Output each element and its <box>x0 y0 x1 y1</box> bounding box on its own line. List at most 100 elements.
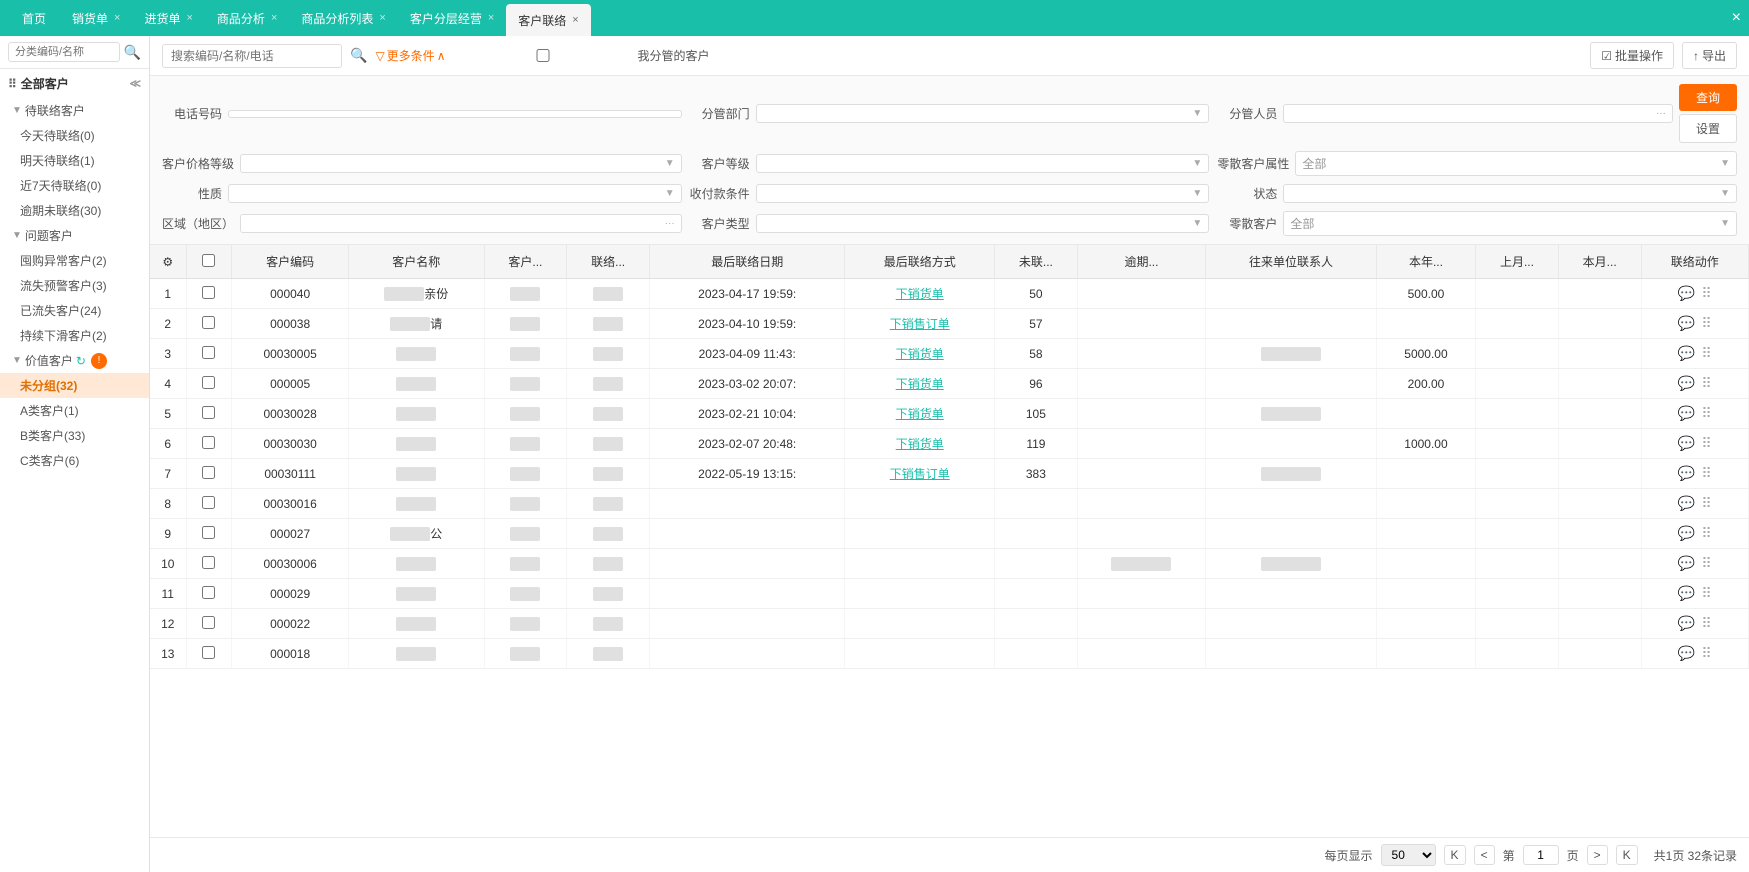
cell-last-method[interactable]: 下销货单 <box>845 429 995 459</box>
select-payment[interactable]: ▼ <box>756 184 1210 203</box>
more-icon[interactable]: ⠿ <box>1701 405 1711 422</box>
contact-icon[interactable]: 💬 <box>1678 465 1695 482</box>
cell-last-method[interactable] <box>845 549 995 579</box>
cell-check[interactable] <box>186 639 232 669</box>
more-icon[interactable]: ⠿ <box>1701 315 1711 332</box>
cell-check[interactable] <box>186 459 232 489</box>
cell-check[interactable] <box>186 489 232 519</box>
col-action[interactable]: 联络动作 <box>1641 245 1748 279</box>
sidebar-item-declining[interactable]: 持续下滑客户(2) <box>0 323 149 348</box>
cell-last-method[interactable] <box>845 639 995 669</box>
prev-page-btn[interactable]: < <box>1474 845 1495 865</box>
sidebar-item-churned[interactable]: 已流失客户(24) <box>0 298 149 323</box>
row-checkbox[interactable] <box>202 406 215 419</box>
sidebar-item-class-a[interactable]: A类客户(1) <box>0 398 149 423</box>
select-status[interactable]: ▼ <box>1283 184 1737 203</box>
col-pending[interactable]: 未联... <box>995 245 1078 279</box>
group-pending-contact[interactable]: ▼ 待联络客户 <box>0 98 149 123</box>
last-page-btn[interactable]: K <box>1616 845 1638 865</box>
col-last-date[interactable]: 最后联络日期 <box>649 245 844 279</box>
cell-last-method[interactable] <box>845 489 995 519</box>
tab-purchase-order[interactable]: 进货单 × <box>132 0 204 36</box>
sidebar-item-overdue-contact[interactable]: 逾期未联络(30) <box>0 198 149 223</box>
row-checkbox[interactable] <box>202 586 215 599</box>
col-overdue[interactable]: 逾期... <box>1077 245 1205 279</box>
cell-last-method[interactable]: 下销货单 <box>845 279 995 309</box>
sidebar-item-today-contact[interactable]: 今天待联络(0) <box>0 123 149 148</box>
select-retail-attr[interactable]: 全部 ▼ <box>1295 151 1737 176</box>
cell-check[interactable] <box>186 609 232 639</box>
select-customer-level[interactable]: ▼ <box>756 154 1210 173</box>
cell-check[interactable] <box>186 519 232 549</box>
col-this-month[interactable]: 本月... <box>1558 245 1641 279</box>
cell-check[interactable] <box>186 309 232 339</box>
close-tab-segment[interactable]: × <box>488 12 494 24</box>
cell-last-method[interactable]: 下销售订单 <box>845 309 995 339</box>
sidebar-item-tomorrow-contact[interactable]: 明天待联络(1) <box>0 148 149 173</box>
contact-icon[interactable]: 💬 <box>1678 495 1695 512</box>
col-last-month[interactable]: 上月... <box>1476 245 1559 279</box>
sidebar-item-7day-contact[interactable]: 近7天待联络(0) <box>0 173 149 198</box>
select-all-checkbox[interactable] <box>202 254 215 267</box>
select-region[interactable]: ··· <box>240 214 682 233</box>
contact-icon[interactable]: 💬 <box>1678 525 1695 542</box>
cell-last-method[interactable]: 下销货单 <box>845 399 995 429</box>
refresh-icon[interactable]: ↻ <box>76 354 86 368</box>
contact-icon[interactable]: 💬 <box>1678 555 1695 572</box>
col-code[interactable]: 客户编码 <box>232 245 349 279</box>
select-manager[interactable]: ··· <box>1283 104 1673 123</box>
contact-icon[interactable]: 💬 <box>1678 405 1695 422</box>
collapse-btn[interactable]: ≪ <box>129 77 141 90</box>
cell-check[interactable] <box>186 399 232 429</box>
more-icon[interactable]: ⠿ <box>1701 495 1711 512</box>
tab-product-analysis[interactable]: 商品分析 × <box>205 0 289 36</box>
col-this-year[interactable]: 本年... <box>1376 245 1475 279</box>
cell-check[interactable] <box>186 429 232 459</box>
row-checkbox[interactable] <box>202 496 215 509</box>
more-icon[interactable]: ⠿ <box>1701 345 1711 362</box>
col-contact[interactable]: 联络... <box>567 245 650 279</box>
cell-last-method[interactable] <box>845 519 995 549</box>
more-icon[interactable]: ⠿ <box>1701 285 1711 302</box>
close-tab-sales[interactable]: × <box>114 12 120 24</box>
export-btn[interactable]: ↑ 导出 <box>1682 42 1737 69</box>
more-icon[interactable]: ⠿ <box>1701 615 1711 632</box>
row-checkbox[interactable] <box>202 436 215 449</box>
cell-check[interactable] <box>186 369 232 399</box>
more-conditions-btn[interactable]: ▽ 更多条件 ∧ <box>375 47 445 64</box>
select-nature[interactable]: ▼ <box>228 184 682 203</box>
tab-home[interactable]: 首页 <box>8 0 60 36</box>
more-icon[interactable]: ⠿ <box>1701 555 1711 572</box>
contact-icon[interactable]: 💬 <box>1678 645 1695 662</box>
sidebar-search-input[interactable] <box>8 42 120 62</box>
close-tab-contact[interactable]: × <box>572 14 578 26</box>
batch-op-btn[interactable]: ☑ 批量操作 <box>1590 42 1674 69</box>
close-tab-product-list[interactable]: × <box>379 12 385 24</box>
close-tab-product-analysis[interactable]: × <box>271 12 277 24</box>
my-customers-label[interactable]: 我分管的客户 <box>453 47 709 64</box>
sidebar-item-churn-warning[interactable]: 流失预警客户(3) <box>0 273 149 298</box>
row-checkbox[interactable] <box>202 346 215 359</box>
per-page-select[interactable]: 50 100 <box>1381 844 1436 866</box>
cell-check[interactable] <box>186 279 232 309</box>
contact-icon[interactable]: 💬 <box>1678 585 1695 602</box>
more-icon[interactable]: ⠿ <box>1701 375 1711 392</box>
col-gear[interactable]: ⚙ <box>150 245 186 279</box>
col-checkbox[interactable] <box>186 245 232 279</box>
sidebar-item-class-c[interactable]: C类客户(6) <box>0 448 149 473</box>
sidebar-item-abnormal[interactable]: 囤购异常客户(2) <box>0 248 149 273</box>
select-retail[interactable]: 全部 ▼ <box>1283 211 1737 236</box>
row-checkbox[interactable] <box>202 556 215 569</box>
tab-sales-order[interactable]: 销货单 × <box>60 0 132 36</box>
col-customer-type[interactable]: 客户... <box>484 245 567 279</box>
cell-check[interactable] <box>186 549 232 579</box>
cell-last-method[interactable]: 下销货单 <box>845 339 995 369</box>
close-all-btn[interactable]: × <box>1732 9 1741 27</box>
row-checkbox[interactable] <box>202 286 215 299</box>
sidebar-item-unclassified[interactable]: 未分组(32) <box>0 373 149 398</box>
all-customers-header[interactable]: ⠿ 全部客户 ≪ <box>0 69 149 98</box>
row-checkbox[interactable] <box>202 646 215 659</box>
sidebar-item-class-b[interactable]: B类客户(33) <box>0 423 149 448</box>
search-input[interactable] <box>162 44 342 68</box>
page-input[interactable] <box>1523 845 1559 865</box>
